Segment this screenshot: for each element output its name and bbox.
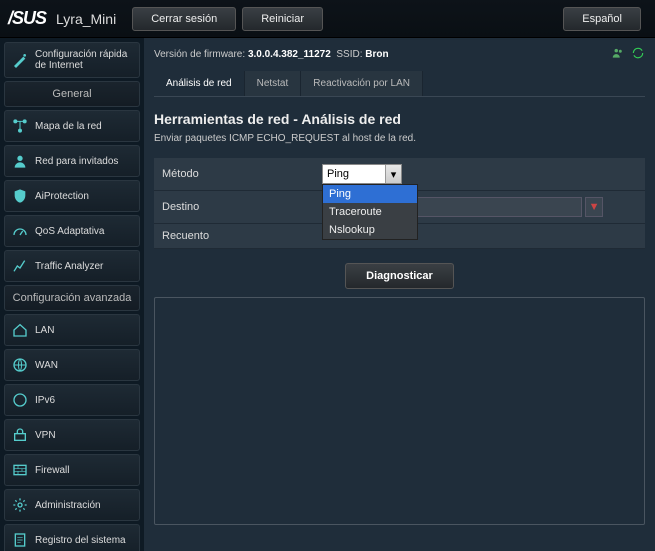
sidebar-item-qos[interactable]: QoS Adaptativa [4, 215, 140, 247]
sidebar-item-vpn[interactable]: VPN [4, 419, 140, 451]
method-label: Método [162, 168, 322, 180]
method-option-traceroute[interactable]: Traceroute [323, 203, 417, 221]
output-area [154, 297, 645, 525]
sidebar-item-administration[interactable]: Administración [4, 489, 140, 521]
sidebar-section-general: General [4, 81, 140, 107]
ssid-value: Bron [365, 49, 388, 60]
sidebar-label: QoS Adaptativa [35, 226, 105, 237]
sidebar-label: Red para invitados [35, 156, 118, 167]
sidebar-label: Administración [35, 500, 101, 511]
page-title: Herramientas de red - Análisis de red [154, 111, 645, 127]
destination-dropdown-arrow[interactable]: ▼ [585, 197, 603, 217]
method-selected-value: Ping [327, 168, 349, 180]
globe-icon [11, 356, 29, 374]
sidebar-label: Registro del sistema [35, 535, 126, 546]
sidebar-item-wan[interactable]: WAN [4, 349, 140, 381]
network-icon [11, 117, 29, 135]
sidebar-item-lan[interactable]: LAN [4, 314, 140, 346]
sidebar-item-firewall[interactable]: Firewall [4, 454, 140, 486]
sidebar: Configuración rápida de Internet General… [0, 38, 144, 551]
firmware-version: 3.0.0.4.382_11272 [248, 49, 331, 60]
tab-bar: Análisis de red Netstat Reactivación por… [154, 71, 645, 97]
vpn-icon [11, 426, 29, 444]
firmware-label: Versión de firmware: [154, 49, 245, 60]
sidebar-label: VPN [35, 430, 56, 441]
ssid-label: SSID: [336, 49, 362, 60]
sidebar-item-network-map[interactable]: Mapa de la red [4, 110, 140, 142]
firewall-icon [11, 461, 29, 479]
tab-netstat[interactable]: Netstat [245, 71, 302, 96]
sidebar-item-traffic-analyzer[interactable]: Traffic Analyzer [4, 250, 140, 282]
sidebar-label: Firewall [35, 465, 69, 476]
sidebar-section-advanced: Configuración avanzada [4, 285, 140, 311]
count-label: Recuento [162, 230, 322, 242]
sidebar-label: IPv6 [35, 395, 55, 406]
method-option-nslookup[interactable]: Nslookup [323, 221, 417, 239]
destination-label: Destino [162, 201, 322, 213]
tab-wol[interactable]: Reactivación por LAN [301, 71, 423, 96]
sidebar-item-ipv6[interactable]: IPv6 [4, 384, 140, 416]
logout-button[interactable]: Cerrar sesión [132, 7, 236, 31]
chevron-down-icon: ▾ [385, 165, 401, 183]
wand-icon [11, 51, 29, 69]
chart-icon [11, 257, 29, 275]
content-area: Versión de firmware: 3.0.0.4.382_11272 S… [144, 38, 655, 551]
gear-icon [11, 496, 29, 514]
method-select[interactable]: Ping ▾ [322, 164, 402, 184]
tab-network-analysis[interactable]: Análisis de red [154, 71, 245, 96]
sidebar-label: Mapa de la red [35, 121, 102, 132]
sidebar-label: Configuración rápida de Internet [35, 49, 133, 71]
refresh-icon[interactable] [631, 46, 645, 63]
users-icon[interactable] [611, 46, 625, 63]
sidebar-item-quick-setup[interactable]: Configuración rápida de Internet [4, 42, 140, 78]
ipv6-icon [11, 391, 29, 409]
sidebar-label: WAN [35, 360, 58, 371]
product-name: Lyra_Mini [56, 11, 116, 27]
reboot-button[interactable]: Reiniciar [242, 7, 323, 31]
guest-icon [11, 152, 29, 170]
brand-logo: /SUS [8, 8, 46, 29]
sidebar-item-guest-network[interactable]: Red para invitados [4, 145, 140, 177]
page-description: Enviar paquetes ICMP ECHO_REQUEST al hos… [154, 133, 645, 144]
sidebar-item-system-log[interactable]: Registro del sistema [4, 524, 140, 551]
method-option-ping[interactable]: Ping [323, 185, 417, 203]
shield-icon [11, 187, 29, 205]
language-button[interactable]: Español [563, 7, 641, 31]
sidebar-label: Traffic Analyzer [35, 261, 103, 272]
gauge-icon [11, 222, 29, 240]
log-icon [11, 531, 29, 549]
method-dropdown: Ping Traceroute Nslookup [322, 184, 418, 240]
sidebar-label: LAN [35, 325, 54, 336]
sidebar-item-aiprotection[interactable]: AiProtection [4, 180, 140, 212]
diagnose-button[interactable]: Diagnosticar [345, 263, 454, 289]
sidebar-label: AiProtection [35, 191, 89, 202]
home-icon [11, 321, 29, 339]
